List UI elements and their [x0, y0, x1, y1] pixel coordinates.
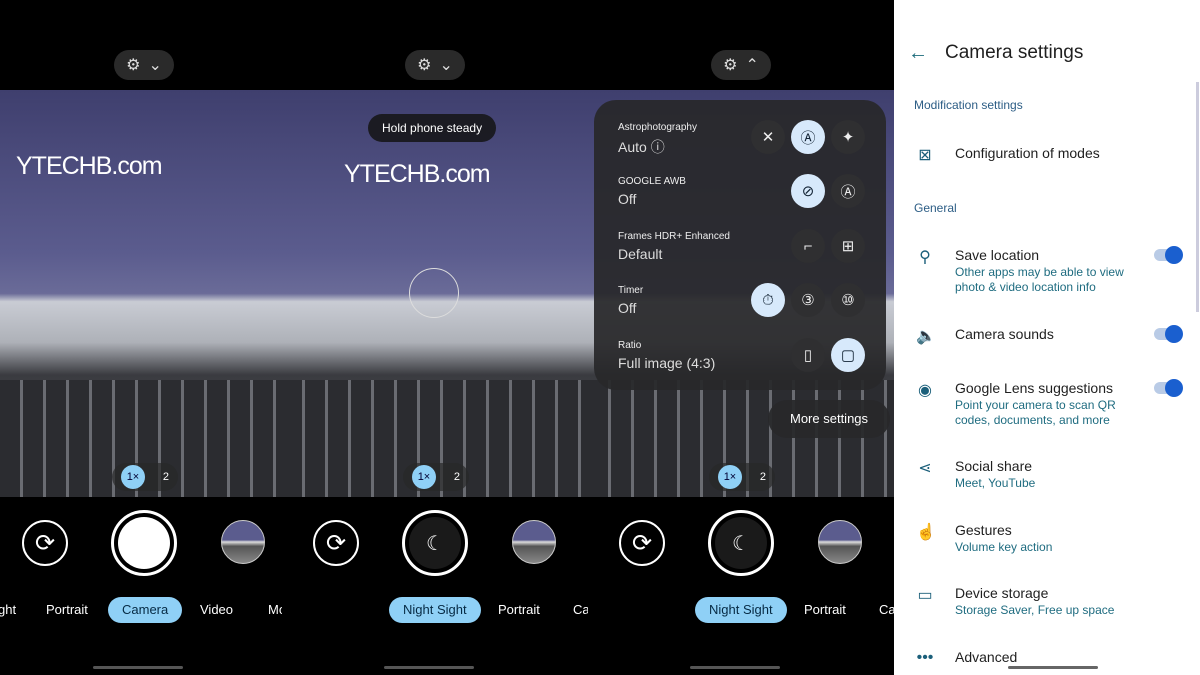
setting-timer: Timer Off: [618, 285, 644, 316]
awb-off-icon[interactable]: ⊘: [791, 174, 825, 208]
timer-3s-icon[interactable]: ③: [791, 283, 825, 317]
share-icon: ⋖: [918, 460, 932, 477]
moon-icon: ☾: [409, 517, 461, 569]
mode-portrait[interactable]: Portrait: [46, 597, 88, 623]
shutter-button[interactable]: ☾: [708, 510, 774, 576]
section-modification: Modification settings: [914, 98, 1023, 112]
scrollbar[interactable]: [1196, 82, 1199, 312]
zoom-2x[interactable]: 2: [454, 471, 460, 483]
switch-camera-button[interactable]: ⟳: [313, 520, 359, 566]
zoom-2x[interactable]: 2: [760, 471, 766, 483]
shutter-button[interactable]: ☾: [402, 510, 468, 576]
rotate-camera-icon: ⟳: [325, 529, 347, 557]
mode-night-sight[interactable]: Night Sight: [389, 597, 481, 623]
ratio-16-9-icon[interactable]: ▯: [791, 338, 825, 372]
moon-icon: ☾: [715, 517, 767, 569]
camera-screen-settings-open: ⚙ ⌃ Astrophotography Auto ⓘ ✕ Ⓐ ✦ GOOGLE A…: [588, 0, 894, 675]
back-arrow-icon[interactable]: ←: [908, 42, 928, 65]
zoom-selector[interactable]: 1× 2: [403, 463, 469, 491]
setting-frames-hdr: Frames HDR+ Enhanced Default: [618, 231, 730, 262]
nav-handle: [384, 666, 474, 669]
camera-sounds-toggle[interactable]: [1154, 325, 1183, 343]
gear-icon: ⚙: [417, 57, 432, 74]
gear-icon: ⚙: [126, 57, 141, 74]
gesture-hand-icon: ☝: [916, 524, 936, 541]
camera-screen-night: ⚙ ⌄ YTECHB.com Hold phone steady 1× 2 ⟳ ☾ …: [282, 0, 588, 675]
brand-watermark: YTECHB.com: [16, 152, 163, 180]
zoom-2x[interactable]: 2: [163, 471, 169, 483]
nav-handle: [690, 666, 780, 669]
section-general: General: [914, 201, 957, 215]
zoom-selector[interactable]: 1× 2: [709, 463, 775, 491]
lens-icon: ◉: [918, 382, 932, 399]
mode-bar: Night Sight Portrait Ca: [588, 597, 894, 623]
gear-icon: ⚙: [723, 57, 738, 74]
gallery-thumbnail[interactable]: [512, 520, 556, 564]
google-lens-toggle[interactable]: [1154, 379, 1183, 397]
settings-dropdown-button[interactable]: ⚙ ⌃: [711, 50, 771, 80]
nav-handle: [93, 666, 183, 669]
setting-astrophotography: Astrophotography Auto ⓘ: [618, 122, 697, 155]
mode-portrait[interactable]: Portrait: [804, 597, 846, 623]
mode-camera[interactable]: Camera: [108, 597, 183, 623]
mode-bar: ght Portrait Camera Video Mo: [0, 597, 282, 623]
more-settings-button[interactable]: More settings: [768, 400, 891, 438]
quick-settings-panel: Astrophotography Auto ⓘ ✕ Ⓐ ✦ GOOGLE AWB O…: [594, 100, 886, 390]
astro-auto-icon[interactable]: Ⓐ: [791, 120, 825, 154]
zoom-1x[interactable]: 1×: [411, 465, 436, 489]
mode-more[interactable]: Mo: [268, 597, 282, 623]
mode-video[interactable]: Video: [200, 597, 233, 623]
setting-ratio: Ratio Full image (4:3): [618, 340, 716, 371]
camera-settings-screen: ← Camera settings Modification settings …: [894, 0, 1200, 675]
frames-minus-icon[interactable]: ⌐: [791, 229, 825, 263]
switch-camera-button[interactable]: ⟳: [22, 520, 68, 566]
settings-dropdown-button[interactable]: ⚙ ⌄: [114, 50, 174, 80]
chevron-down-icon: ⌄: [148, 57, 162, 74]
sd-card-icon: ▭: [917, 587, 933, 604]
zoom-selector[interactable]: 1× 2: [112, 463, 178, 491]
nav-handle: [1008, 666, 1098, 669]
viewfinder[interactable]: YTECHB.com: [0, 90, 282, 497]
gallery-thumbnail[interactable]: [818, 520, 862, 564]
brand-watermark: YTECHB.com: [344, 160, 491, 188]
settings-dropdown-button[interactable]: ⚙ ⌄: [405, 50, 465, 80]
chevron-down-icon: ⌄: [439, 57, 453, 74]
astro-on-icon[interactable]: ✦: [831, 120, 865, 154]
speaker-icon: 🔈: [916, 328, 936, 345]
mode-camera[interactable]: Ca: [573, 597, 588, 623]
save-location-toggle[interactable]: [1154, 246, 1183, 264]
rotate-camera-icon: ⟳: [34, 529, 56, 557]
modes-grid-icon: ⊠: [918, 147, 932, 164]
focus-ring: [409, 268, 459, 318]
timer-10s-icon[interactable]: ⑩: [831, 283, 865, 317]
switch-camera-button[interactable]: ⟳: [619, 520, 665, 566]
mode-camera[interactable]: Ca: [879, 597, 894, 623]
setting-awb: GOOGLE AWB Off: [618, 176, 686, 207]
timer-off-icon[interactable]: ⏱: [751, 283, 785, 317]
camera-screen-photo: ⚙ ⌄ YTECHB.com 1× 2 ⟳ ght Portrait Camera …: [0, 0, 282, 675]
gallery-thumbnail[interactable]: [221, 520, 265, 564]
shutter-button[interactable]: [111, 510, 177, 576]
frames-plus-icon[interactable]: ⊞: [831, 229, 865, 263]
mode-portrait[interactable]: Portrait: [498, 597, 540, 623]
zoom-1x[interactable]: 1×: [717, 465, 742, 489]
mode-night-sight[interactable]: Night Sight: [695, 597, 787, 623]
location-pin-icon: ⚲: [919, 249, 931, 266]
chevron-up-icon: ⌃: [745, 57, 759, 74]
ratio-4-3-icon[interactable]: ▢: [831, 338, 865, 372]
zoom-1x[interactable]: 1×: [120, 465, 145, 489]
page-title: Camera settings: [945, 42, 1084, 63]
astro-off-icon[interactable]: ✕: [751, 120, 785, 154]
mode-night-sight[interactable]: ght: [0, 597, 16, 623]
help-icon[interactable]: ⓘ: [651, 139, 665, 155]
mode-bar: Night Sight Portrait Ca: [282, 597, 588, 623]
rotate-camera-icon: ⟳: [631, 529, 653, 557]
more-dots-icon: •••: [916, 649, 934, 666]
toast-message: Hold phone steady: [368, 114, 497, 142]
awb-on-icon[interactable]: Ⓐ: [831, 174, 865, 208]
